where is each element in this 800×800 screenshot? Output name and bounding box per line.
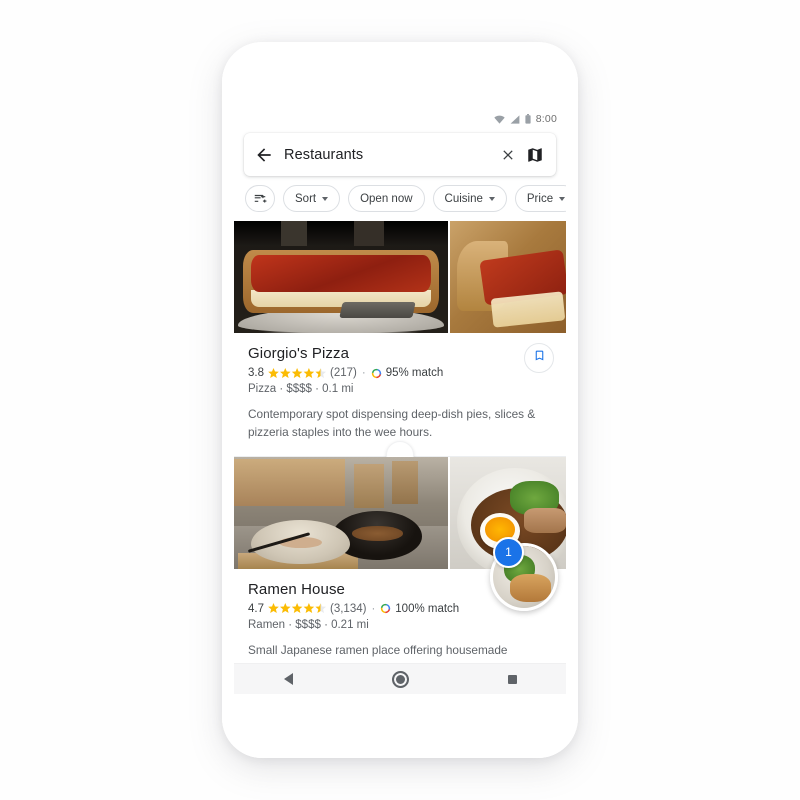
review-count: (217) [330,367,357,379]
back-arrow-icon[interactable] [254,145,274,165]
restaurant-name: Giorgio's Pizza [248,345,350,362]
signal-icon [510,114,520,124]
result-card-ramen-house[interactable]: Ramen House 4.7 (3,134) · 100% match Ram… [234,456,566,692]
result-card-giorgios[interactable]: Giorgio's Pizza 3.8 (217) · 95% match Pi… [234,221,566,469]
review-count: (3,134) [330,602,367,615]
search-bar-container: Restaurants [234,128,566,176]
battery-icon [525,114,531,124]
wifi-icon [494,115,505,124]
photo-strip[interactable] [234,221,566,333]
phone-screen: 8:00 Restaurants Sort Open now Cuisine P… [234,110,566,694]
google-match-ring-icon [380,603,391,614]
android-back-icon[interactable] [283,673,293,685]
match-percent: 100% match [395,602,460,615]
restaurant-photo-primary[interactable] [234,456,448,569]
rating-row: 3.8 (217) · 95% match [248,367,552,379]
category-price-distance: Ramen · $$$$ · 0.21 mi [248,618,369,631]
star-rating [268,603,326,614]
chip-sort[interactable]: Sort [283,185,341,212]
chip-label: Cuisine [444,192,483,205]
restaurant-description: Contemporary spot dispensing deep-dish p… [248,407,536,439]
category-price-distance: Pizza · $$$$ · 0.1 mi [248,383,354,395]
google-match-ring-icon [371,368,382,379]
separator-dot: · [371,602,376,615]
search-input[interactable]: Restaurants [284,147,490,163]
bookmark-icon [533,349,546,367]
filter-tune-icon[interactable] [245,185,275,212]
android-recents-icon[interactable] [507,674,517,684]
chip-label: Sort [295,192,317,205]
chip-price[interactable]: Price [514,185,566,212]
close-icon[interactable] [500,147,516,163]
separator-dot: · [361,367,366,379]
rating-value: 4.7 [248,602,264,615]
chip-label: Price [526,192,554,205]
android-home-icon[interactable] [391,670,409,688]
status-time: 8:00 [535,113,557,125]
save-button[interactable] [524,343,554,373]
chip-label: Open now [360,192,413,205]
chip-cuisine[interactable]: Cuisine [432,185,507,212]
search-bar[interactable]: Restaurants [244,133,556,176]
android-nav-bar[interactable] [234,663,566,694]
match-percent: 95% match [385,367,444,379]
map-icon[interactable] [526,146,544,164]
rating-value: 3.8 [248,367,264,379]
chevron-down-icon [488,196,495,201]
filter-chip-row[interactable]: Sort Open now Cuisine Price T [234,176,566,221]
chevron-down-icon [322,196,329,201]
status-bar: 8:00 [234,110,566,128]
photo-count-badge[interactable]: 1 [493,536,524,568]
chevron-down-icon [559,196,566,201]
star-rating [268,367,326,379]
restaurant-photo-secondary[interactable] [450,221,566,333]
screenshot-root: 8:00 Restaurants Sort Open now Cuisine P… [0,0,800,800]
result-details-giorgios: Giorgio's Pizza 3.8 (217) · 95% match Pi… [234,333,566,469]
restaurant-photo-primary[interactable] [234,221,448,333]
chip-open-now[interactable]: Open now [348,185,425,212]
